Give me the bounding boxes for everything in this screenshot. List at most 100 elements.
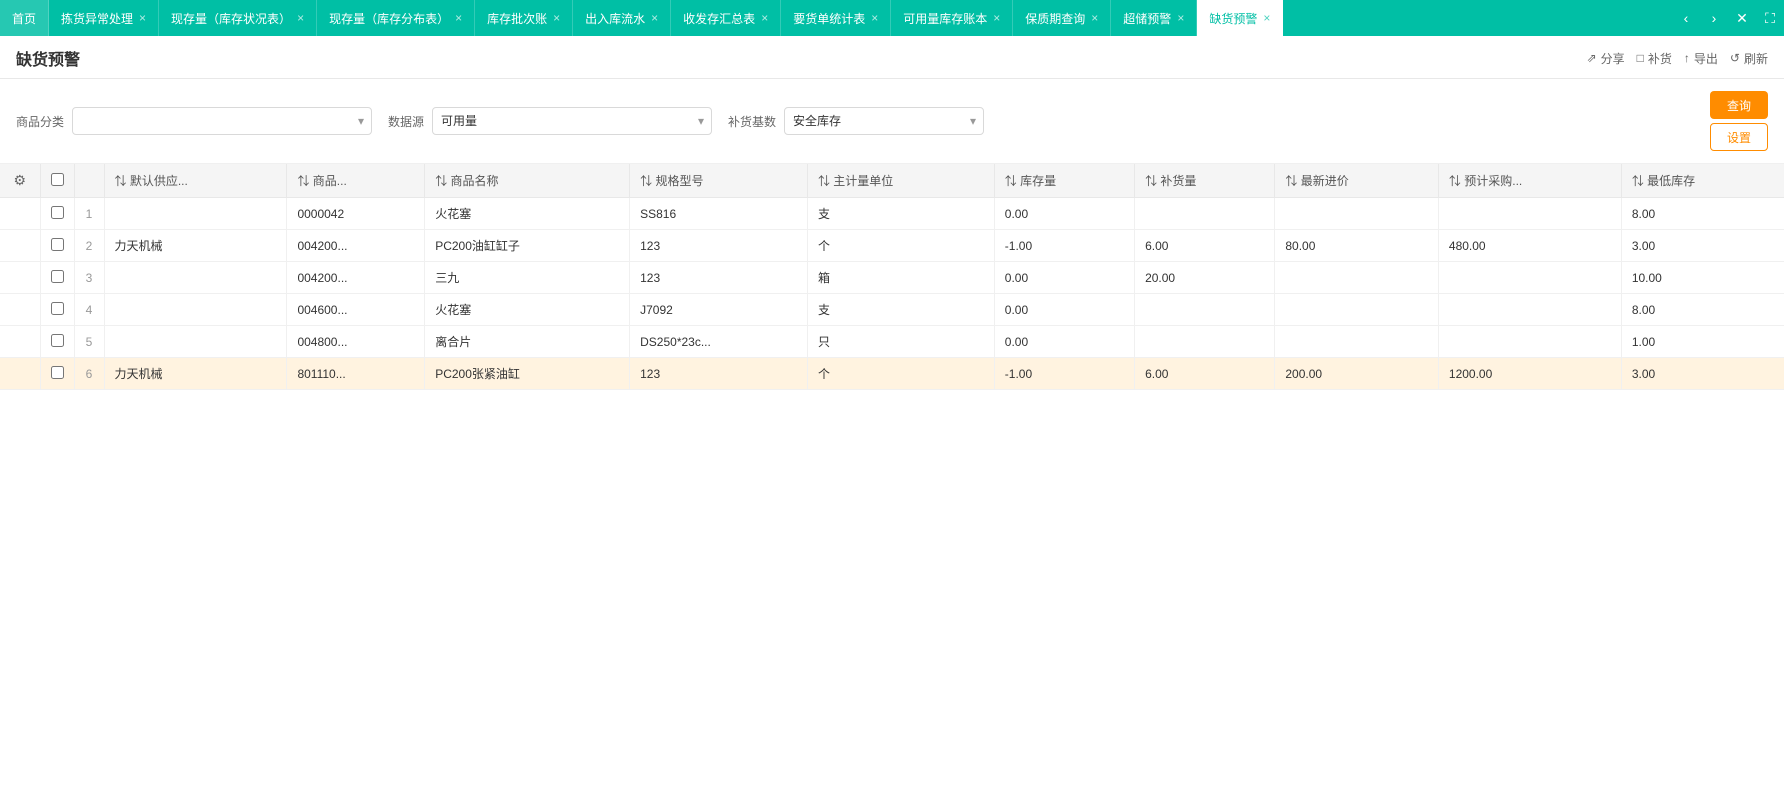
cell-product_code: 801110... [287,358,425,390]
tab-label-1: 拣货异常处理 [61,10,133,27]
tab-item-7[interactable]: 要货单统计表× [781,0,891,36]
cell-replenish_qty [1135,326,1275,358]
tab-maximize-button[interactable]: ⛶ [1756,0,1784,36]
row-checkbox[interactable] [51,206,64,219]
category-filter-group: 商品分类 [16,107,372,135]
row-checkbox[interactable] [51,238,64,251]
cell-unit: 只 [807,326,994,358]
cell-product_name: PC200油缸缸子 [425,230,630,262]
column-stock[interactable]: ⇅ 库存量 [994,164,1134,198]
cell-stock: 0.00 [994,262,1134,294]
cell-unit: 支 [807,198,994,230]
cell-latest_price [1275,326,1439,358]
column-estimated-purchase[interactable]: ⇅ 预计采购... [1438,164,1621,198]
cell-spec: 123 [630,262,808,294]
column-spec[interactable]: ⇅ 规格型号 [630,164,808,198]
share-icon: ⇗ [1587,51,1597,65]
tab-item-2[interactable]: 现存量（库存状况表）× [159,0,317,36]
tab-item-11[interactable]: 缺货预警× [1197,0,1283,36]
tab-prev-button[interactable]: ‹ [1672,0,1700,36]
tab-next-button[interactable]: › [1700,0,1728,36]
refresh-button[interactable]: ↺ 刷新 [1730,50,1768,67]
settings-button[interactable]: 设置 [1710,123,1768,151]
column-min-stock[interactable]: ⇅ 最低库存 [1621,164,1784,198]
cell-unit: 个 [807,358,994,390]
category-select[interactable] [72,107,372,135]
tab-close-6[interactable]: × [761,12,768,24]
tab-item-0[interactable]: 首页 [0,0,49,36]
row-number: 1 [74,198,104,230]
cell-min_stock: 8.00 [1621,294,1784,326]
row-checkbox[interactable] [51,302,64,315]
tab-item-1[interactable]: 拣货异常处理 × [49,0,159,36]
column-product-name[interactable]: ⇅ 商品名称 [425,164,630,198]
cell-spec: SS816 [630,198,808,230]
filter-actions: 查询 设置 [1710,91,1768,151]
tab-label-10: 超储预警 [1123,10,1171,27]
tab-item-9[interactable]: 保质期查询× [1013,0,1111,36]
share-button[interactable]: ⇗ 分享 [1587,50,1625,67]
column-unit[interactable]: ⇅ 主计量单位 [807,164,994,198]
cell-default_supplier [104,262,287,294]
cell-min_stock: 10.00 [1621,262,1784,294]
row-checkbox[interactable] [51,366,64,379]
cell-default_supplier [104,326,287,358]
price-sort-icon: ⇅ [1285,174,1297,188]
tab-close-7[interactable]: × [871,12,878,24]
query-button[interactable]: 查询 [1710,91,1768,119]
tab-item-3[interactable]: 现存量（库存分布表）× [317,0,475,36]
export-button[interactable]: ↑ 导出 [1684,50,1718,67]
row-settings-cell [0,358,40,390]
cell-estimated_purchase [1438,294,1621,326]
cell-spec: 123 [630,230,808,262]
datasource-select[interactable]: 可用量 [432,107,712,135]
cell-latest_price: 80.00 [1275,230,1439,262]
cell-stock: -1.00 [994,230,1134,262]
tab-close-3[interactable]: × [455,12,462,24]
replenish-base-select[interactable]: 安全库存 [784,107,984,135]
select-all-checkbox[interactable] [51,173,64,186]
tab-close-9[interactable]: × [1091,12,1098,24]
column-latest-price[interactable]: ⇅ 最新进价 [1275,164,1439,198]
cell-product_code: 004200... [287,262,425,294]
tab-close-1[interactable]: × [139,12,146,24]
cell-min_stock: 3.00 [1621,358,1784,390]
column-product-code[interactable]: ⇅ 商品... [287,164,425,198]
row-settings-cell [0,294,40,326]
replenish-base-label: 补货基数 [728,113,776,130]
tab-item-10[interactable]: 超储预警 × [1111,0,1197,36]
tab-restore-button[interactable]: ✕ [1728,0,1756,36]
cell-stock: 0.00 [994,294,1134,326]
gear-icon[interactable]: ⚙ [13,172,26,188]
cell-estimated_purchase: 1200.00 [1438,358,1621,390]
cell-product_name: 三九 [425,262,630,294]
row-checkbox-cell [40,358,74,390]
tab-close-2[interactable]: × [297,12,304,24]
table-row: 5004800...离合片DS250*23c...只0.001.00 [0,326,1784,358]
tab-close-4[interactable]: × [553,12,560,24]
tab-close-5[interactable]: × [651,12,658,24]
tab-close-11[interactable]: × [1263,12,1270,24]
cell-min_stock: 3.00 [1621,230,1784,262]
row-checkbox[interactable] [51,270,64,283]
column-replenish-qty[interactable]: ⇅ 补货量 [1135,164,1275,198]
tab-close-10[interactable]: × [1177,12,1184,24]
replenish-button[interactable]: □ 补货 [1637,50,1672,67]
replenish-sort-icon: ⇅ [1145,174,1157,188]
row-number: 4 [74,294,104,326]
row-checkbox[interactable] [51,334,64,347]
column-supplier[interactable]: ⇅ 默认供应... [104,164,287,198]
cell-estimated_purchase [1438,326,1621,358]
tab-item-4[interactable]: 库存批次账× [475,0,573,36]
cell-default_supplier: 力天机械 [104,358,287,390]
tab-item-5[interactable]: 出入库流水× [573,0,671,36]
unit-sort-icon: ⇅ [818,174,830,188]
tab-item-6[interactable]: 收发存汇总表× [671,0,781,36]
tab-close-8[interactable]: × [993,12,1000,24]
table-header-row: ⚙ ⇅ 默认供应... ⇅ 商品... ⇅ 商品名称 ⇅ 规格型号 ⇅ 主计量单… [0,164,1784,198]
column-settings[interactable]: ⚙ [0,164,40,198]
main-content: 缺货预警 ⇗ 分享 □ 补货 ↑ 导出 ↺ 刷新 商品分类 [0,36,1784,796]
cell-product_code: 004200... [287,230,425,262]
tab-item-8[interactable]: 可用量库存账本× [891,0,1013,36]
name-sort-icon: ⇅ [435,174,447,188]
